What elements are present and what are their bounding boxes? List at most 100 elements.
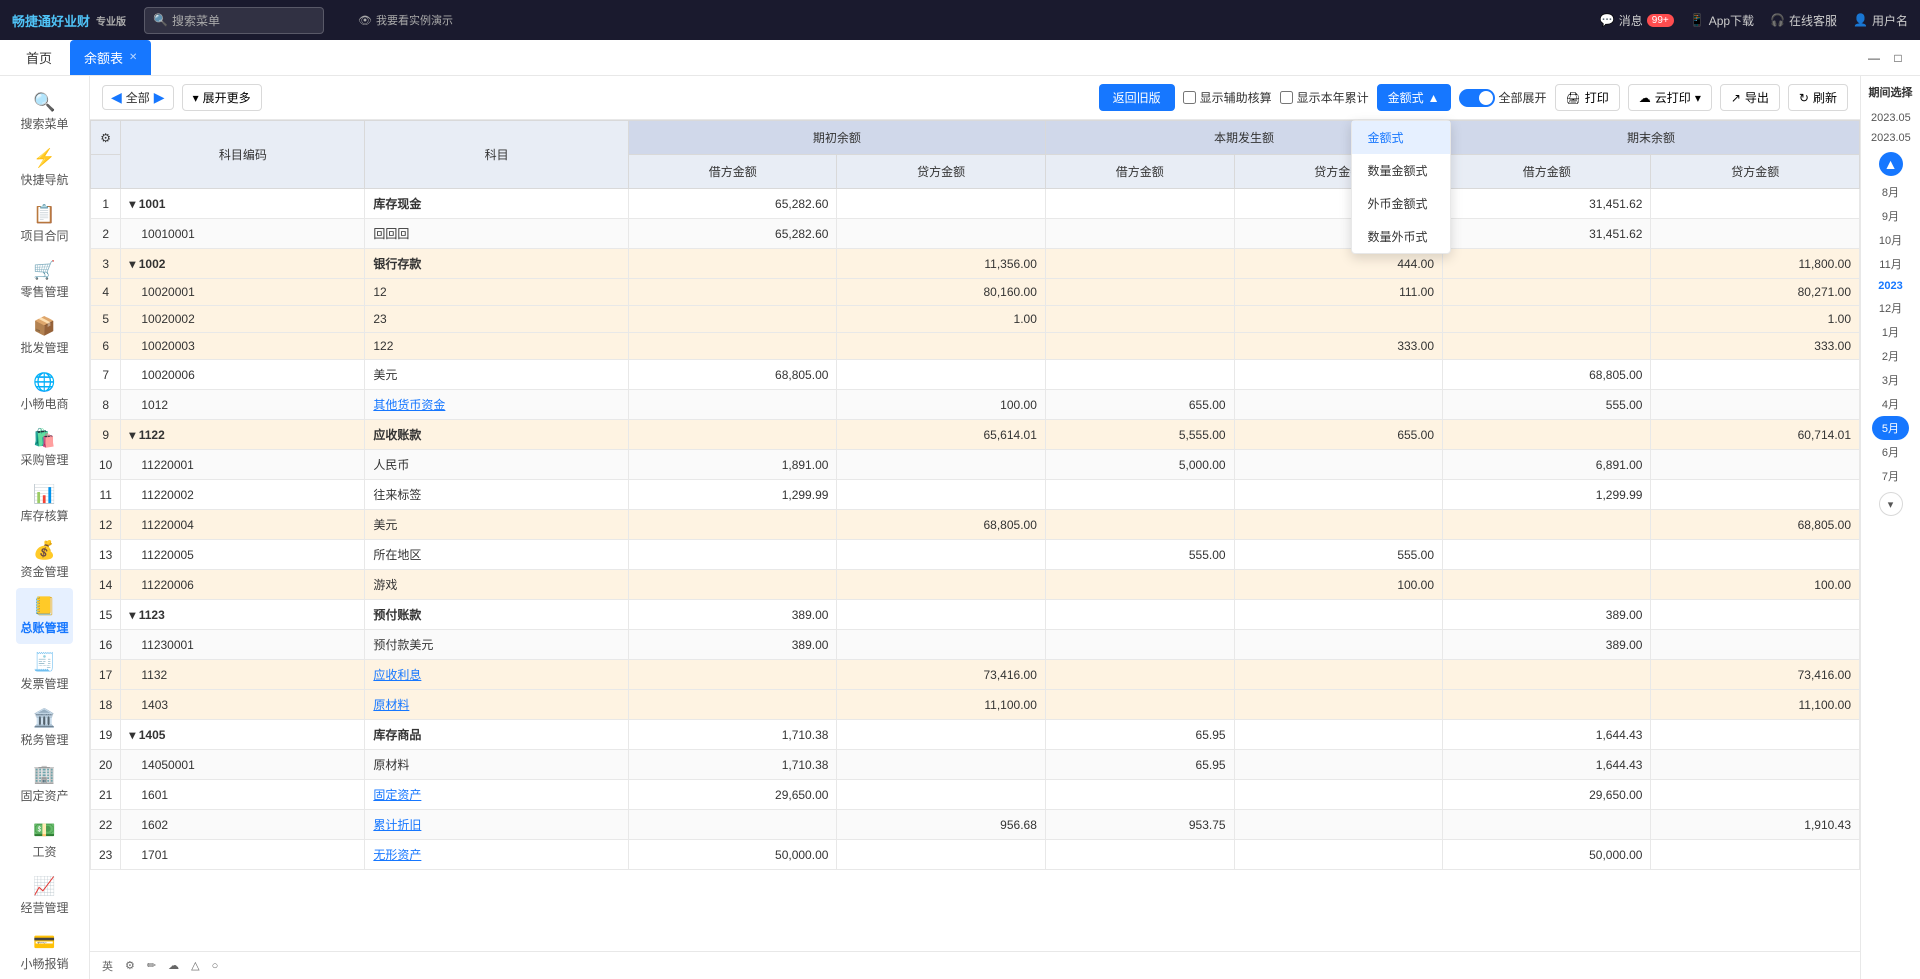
account-link[interactable]: 应收利息 xyxy=(373,668,421,682)
sidebar-item-ecommerce[interactable]: 🌐小畅电商 xyxy=(16,364,72,420)
refresh-button[interactable]: ↻ 刷新 xyxy=(1788,84,1848,111)
td-name[interactable]: 库存商品 xyxy=(365,720,629,750)
print-button[interactable]: 🖨 打印 xyxy=(1555,84,1620,111)
app-download-button[interactable]: 📱 App下载 xyxy=(1690,12,1754,29)
period-month-3[interactable]: 3月 xyxy=(1872,368,1908,392)
sidebar-item-project[interactable]: 📋项目合同 xyxy=(16,196,72,252)
th-opening-credit: 贷方金额 xyxy=(837,155,1045,189)
tab-home[interactable]: 首页 xyxy=(12,40,66,75)
user-avatar[interactable]: 👤 用户名 xyxy=(1853,12,1908,29)
td-name[interactable]: 固定资产 xyxy=(365,780,629,810)
td-name[interactable]: 应收账款 xyxy=(365,420,629,450)
period-month-7[interactable]: 7月 xyxy=(1872,464,1908,488)
sidebar-nav[interactable]: ⚡ 快捷导航 xyxy=(0,140,89,196)
top-search-box[interactable]: 🔍 搜索菜单 xyxy=(144,7,324,34)
period-collapse-button[interactable]: ▾ xyxy=(1879,492,1903,516)
period-up-nav[interactable]: ▲ xyxy=(1879,152,1903,176)
td-name[interactable]: 原材料 xyxy=(365,690,629,720)
status-icon-settings[interactable]: ⚙ xyxy=(125,959,135,972)
period-year-start2[interactable]: 2023.05 xyxy=(1865,128,1916,148)
toggle-control[interactable] xyxy=(1459,89,1495,107)
period-month-2[interactable]: 2月 xyxy=(1872,344,1908,368)
td-current-debit: 5,555.00 xyxy=(1045,420,1234,450)
period-month-10[interactable]: 10月 xyxy=(1872,228,1908,252)
online-service-button[interactable]: 🎧 在线客服 xyxy=(1770,12,1837,29)
return-old-button[interactable]: 返回旧版 xyxy=(1099,84,1175,111)
auxiliary-checkbox[interactable]: 显示辅助核算 xyxy=(1183,89,1272,106)
td-name[interactable]: 预付账款 xyxy=(365,600,629,630)
sidebar-item-inventory[interactable]: 📊库存核算 xyxy=(16,476,72,532)
cloud-print-button[interactable]: ☁ 云打印 ▾ xyxy=(1628,84,1712,111)
account-link[interactable]: 其他货币资金 xyxy=(373,398,445,412)
status-icon-edit[interactable]: ✏ xyxy=(147,959,156,972)
accounting-icon: 📒 xyxy=(20,596,68,617)
sidebar-item-capital[interactable]: 💰资金管理 xyxy=(16,532,72,588)
td-closing-credit: 100.00 xyxy=(1651,570,1860,600)
dropdown-item-foreign-amount[interactable]: 外币金额式 xyxy=(1352,187,1450,220)
top-bar: 畅捷通好业财 专业版 🔍 搜索菜单 👁 我要看实例演示 💬 消息 99+ 📱 A… xyxy=(0,0,1920,40)
demo-link[interactable]: 👁 我要看实例演示 xyxy=(358,12,453,28)
sidebar-item-accounting[interactable]: 📒总账管理 xyxy=(16,588,72,644)
message-button[interactable]: 💬 消息 99+ xyxy=(1600,12,1674,29)
yearly-checkbox-input[interactable] xyxy=(1280,91,1293,104)
td-opening-debit xyxy=(628,540,836,570)
download-icon: 📱 xyxy=(1690,13,1705,27)
status-icon-lang[interactable]: 英 xyxy=(102,958,113,974)
period-year-label[interactable]: 2023 xyxy=(1872,276,1908,296)
period-month-5[interactable]: 5月 xyxy=(1872,416,1908,440)
balance-table-wrapper[interactable]: ⚙ 科目编码 科目 期初余额 本期发生额 期末余额 借方金额 贷方金额 借方金额… xyxy=(90,120,1860,951)
td-closing-debit xyxy=(1443,810,1651,840)
td-row-num: 4 xyxy=(91,279,121,306)
status-icon-cloud[interactable]: ☁ xyxy=(168,959,179,972)
sidebar-item-payroll[interactable]: 💵工资 xyxy=(16,812,72,868)
sidebar-item-retail[interactable]: 🛒零售管理 xyxy=(16,252,72,308)
period-month-12[interactable]: 12月 xyxy=(1872,296,1908,320)
period-month-8[interactable]: 8月 xyxy=(1872,180,1908,204)
sidebar-item-purchase[interactable]: 🛍️采购管理 xyxy=(16,420,72,476)
period-month-1[interactable]: 1月 xyxy=(1872,320,1908,344)
td-name[interactable]: 应收利息 xyxy=(365,660,629,690)
sidebar-item-operations[interactable]: 📈经营管理 xyxy=(16,868,72,924)
tab-close-icon[interactable]: ✕ xyxy=(129,52,137,63)
account-link[interactable]: 固定资产 xyxy=(373,788,421,802)
window-maximize-button[interactable]: □ xyxy=(1888,48,1908,68)
sidebar-item-wholesale[interactable]: 📦批发管理 xyxy=(16,308,72,364)
sidebar-item-invoice[interactable]: 🧾发票管理 xyxy=(16,644,72,700)
status-icon-sync[interactable]: △ xyxy=(191,959,199,972)
dropdown-item-qty-amount[interactable]: 数量金额式 xyxy=(1352,154,1450,187)
sidebar-item-assets[interactable]: 🏢固定资产 xyxy=(16,756,72,812)
period-month-4[interactable]: 4月 xyxy=(1872,392,1908,416)
status-icon-circle[interactable]: ○ xyxy=(212,960,219,972)
period-month-11[interactable]: 11月 xyxy=(1872,252,1908,276)
tab-balance[interactable]: 余额表 ✕ xyxy=(70,40,151,75)
td-name[interactable]: 其他货币资金 xyxy=(365,390,629,420)
account-link[interactable]: 原材料 xyxy=(373,698,409,712)
account-link[interactable]: 累计折旧 xyxy=(373,818,421,832)
td-row-num: 12 xyxy=(91,510,121,540)
sidebar-item-sales[interactable]: 💳小畅报销 xyxy=(16,924,72,979)
sidebar-item-tax[interactable]: 🏛️税务管理 xyxy=(16,700,72,756)
expand-more-button[interactable]: ▾ 展开更多 xyxy=(182,84,262,111)
th-settings[interactable]: ⚙ xyxy=(91,121,121,155)
td-name[interactable]: 无形资产 xyxy=(365,840,629,870)
period-year-start[interactable]: 2023.05 xyxy=(1865,108,1916,128)
period-month-9[interactable]: 9月 xyxy=(1872,204,1908,228)
auxiliary-checkbox-input[interactable] xyxy=(1183,91,1196,104)
expand-all-toggle[interactable]: 全部展开 xyxy=(1459,89,1547,107)
dropdown-item-qty-foreign[interactable]: 数量外币式 xyxy=(1352,220,1450,253)
period-month-6[interactable]: 6月 xyxy=(1872,440,1908,464)
td-name[interactable]: 累计折旧 xyxy=(365,810,629,840)
refresh-icon: ↻ xyxy=(1799,91,1809,105)
td-name[interactable]: 库存现金 xyxy=(365,189,629,219)
amount-mode-button[interactable]: 金额式 ▲ xyxy=(1377,84,1451,111)
td-name[interactable]: 银行存款 xyxy=(365,249,629,279)
td-closing-debit xyxy=(1443,306,1651,333)
td-row-num: 1 xyxy=(91,189,121,219)
export-button[interactable]: ↗ 导出 xyxy=(1720,84,1780,111)
dropdown-item-amount[interactable]: 金额式 xyxy=(1352,121,1450,154)
window-minimize-button[interactable]: — xyxy=(1864,48,1884,68)
filter-box[interactable]: ◀ 全部 ▶ xyxy=(102,85,174,110)
yearly-checkbox[interactable]: 显示本年累计 xyxy=(1280,89,1369,106)
account-link[interactable]: 无形资产 xyxy=(373,848,421,862)
sidebar-search-menu[interactable]: 🔍 搜索菜单 xyxy=(0,84,89,140)
